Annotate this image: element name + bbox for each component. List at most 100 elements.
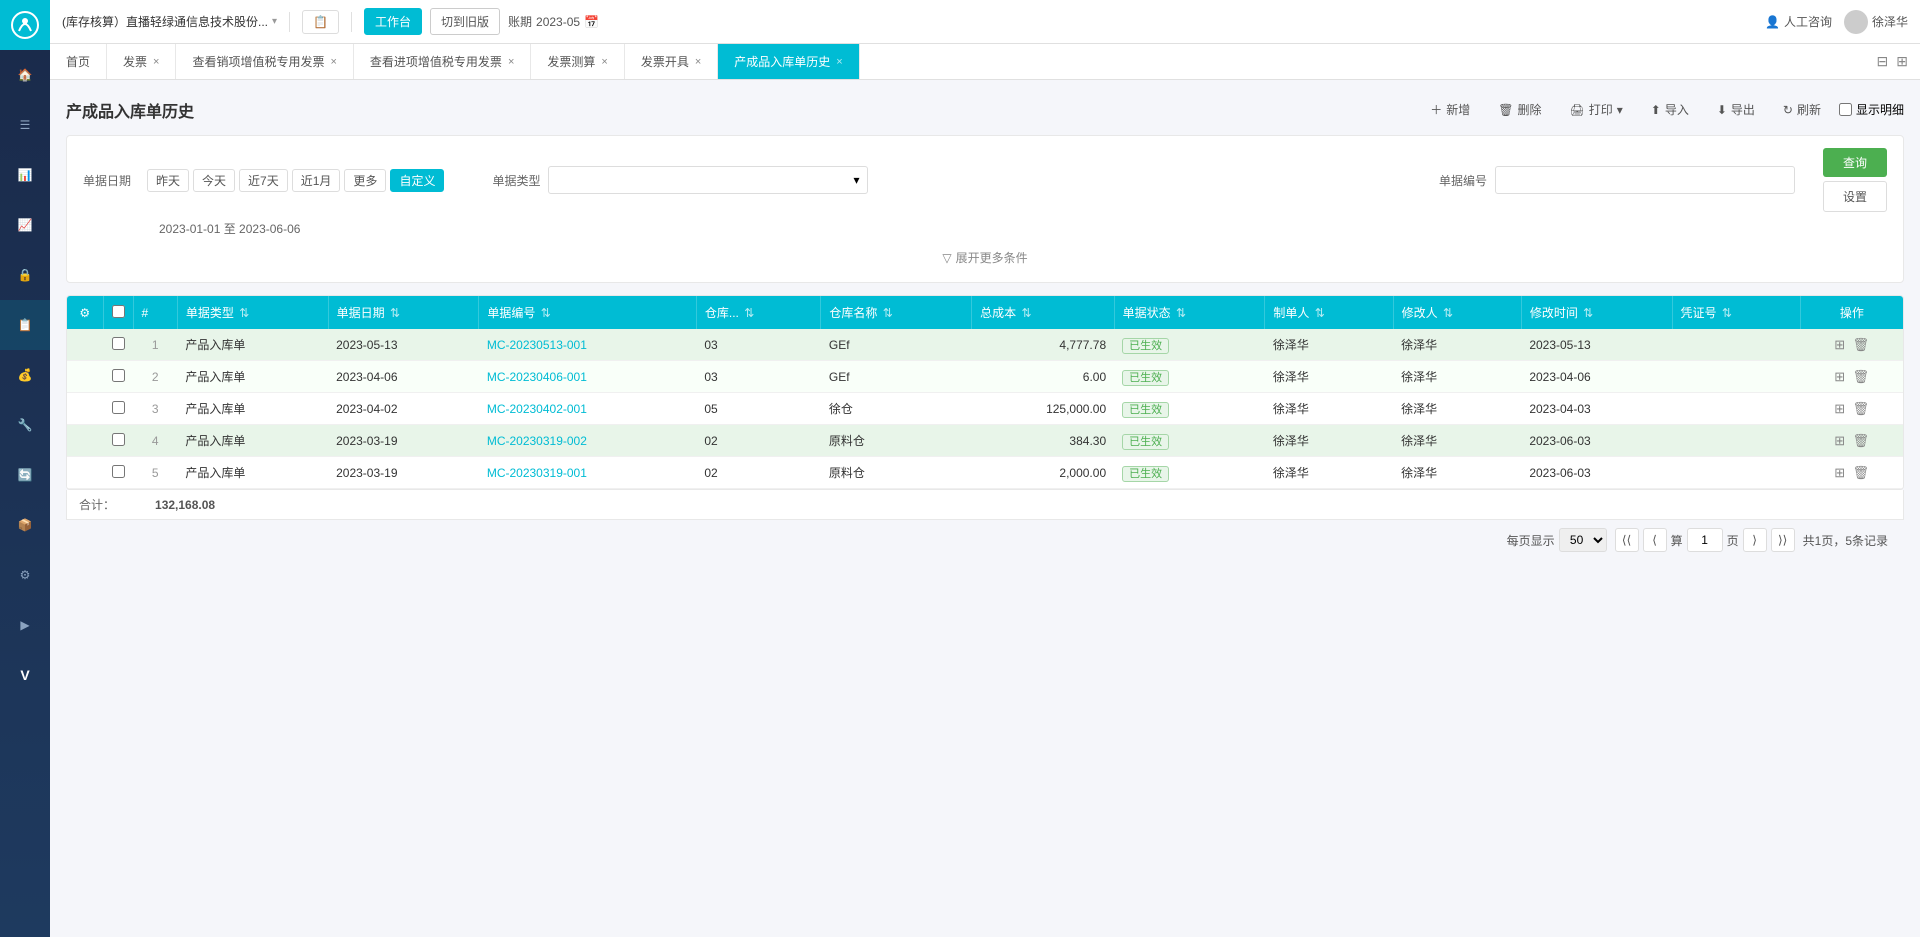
tab-home[interactable]: 首页 — [50, 44, 107, 80]
th-checkbox[interactable] — [103, 296, 133, 329]
row-checkbox-1[interactable] — [112, 369, 125, 382]
last-page-btn[interactable]: ⟩⟩ — [1771, 528, 1795, 552]
tab-invoice-open[interactable]: 发票开具 × — [625, 44, 718, 80]
row-checkbox-4[interactable] — [112, 465, 125, 478]
td-checkbox-0[interactable] — [103, 329, 133, 361]
td-number-link-3[interactable]: MC-20230319-002 — [487, 434, 587, 448]
th-date[interactable]: 单据日期 ⇅ — [328, 296, 479, 329]
td-number-link-4[interactable]: MC-20230319-001 — [487, 466, 587, 480]
edit-icon-2[interactable]: ⊞ — [1834, 401, 1845, 416]
print-btn[interactable]: 🖨 打印 ▾ — [1559, 96, 1632, 123]
td-checkbox-3[interactable] — [103, 425, 133, 457]
date-1month-btn[interactable]: 近1月 — [292, 169, 341, 192]
expand-more-btn[interactable]: ▽ 展开更多条件 — [83, 245, 1887, 270]
sidebar-item-inventory[interactable]: 📦 — [0, 500, 50, 550]
show-detail-checkbox[interactable] — [1839, 103, 1852, 116]
sidebar-item-tools[interactable]: 🔧 — [0, 400, 50, 450]
td-number-4[interactable]: MC-20230319-001 — [479, 457, 697, 489]
delete-icon-2[interactable]: 🗑 — [1853, 401, 1870, 416]
td-checkbox-1[interactable] — [103, 361, 133, 393]
sidebar-item-video[interactable]: ▶ — [0, 600, 50, 650]
td-number-link-2[interactable]: MC-20230402-001 — [487, 402, 587, 416]
sidebar-item-docs[interactable]: 📋 — [0, 300, 50, 350]
tab-invoice-close[interactable]: × — [153, 56, 159, 68]
edit-icon-4[interactable]: ⊞ — [1834, 465, 1845, 480]
th-wh-code[interactable]: 仓库... ⇅ — [696, 296, 820, 329]
per-page-select[interactable]: 50 100 200 — [1559, 528, 1607, 552]
export-btn[interactable]: ⬇ 导出 — [1707, 96, 1765, 123]
th-status[interactable]: 单据状态 ⇅ — [1114, 296, 1265, 329]
user-menu[interactable]: 徐泽华 — [1844, 10, 1908, 34]
copy-btn[interactable]: 📋 — [302, 10, 339, 34]
tab-invoice[interactable]: 发票 × — [107, 44, 176, 80]
row-checkbox-2[interactable] — [112, 401, 125, 414]
tab-purchase-invoice-close[interactable]: × — [508, 56, 514, 68]
td-number-link-1[interactable]: MC-20230406-001 — [487, 370, 587, 384]
page-input[interactable] — [1687, 528, 1723, 552]
first-page-btn[interactable]: ⟨⟨ — [1615, 528, 1639, 552]
td-number-1[interactable]: MC-20230406-001 — [479, 361, 697, 393]
th-cost[interactable]: 总成本 ⇅ — [972, 296, 1115, 329]
tab-invoice-calc[interactable]: 发票测算 × — [531, 44, 624, 80]
td-number-link-0[interactable]: MC-20230513-001 — [487, 338, 587, 352]
setting-btn[interactable]: 设置 — [1823, 181, 1887, 212]
sidebar-item-stats[interactable]: 📈 — [0, 200, 50, 250]
th-modify-time[interactable]: 修改时间 ⇅ — [1521, 296, 1672, 329]
row-checkbox-3[interactable] — [112, 433, 125, 446]
app-logo[interactable] — [0, 0, 50, 50]
tab-sales-invoice-close[interactable]: × — [330, 56, 336, 68]
number-input[interactable] — [1495, 166, 1795, 194]
tab-invoice-open-close[interactable]: × — [695, 56, 701, 68]
tab-maximize-icon[interactable]: ⊞ — [1896, 53, 1908, 70]
next-page-btn[interactable]: ⟩ — [1743, 528, 1767, 552]
show-detail-label[interactable]: 显示明细 — [1839, 101, 1904, 118]
sidebar-item-home[interactable]: 🏠 — [0, 50, 50, 100]
th-type[interactable]: 单据类型 ⇅ — [177, 296, 328, 329]
td-checkbox-4[interactable] — [103, 457, 133, 489]
tab-purchase-invoice[interactable]: 查看进项增值税专用发票 × — [354, 44, 531, 80]
th-creator[interactable]: 制单人 ⇅ — [1265, 296, 1393, 329]
date-yesterday-btn[interactable]: 昨天 — [147, 169, 189, 192]
workbench-btn[interactable]: 工作台 — [364, 8, 422, 35]
th-modifier[interactable]: 修改人 ⇅ — [1393, 296, 1521, 329]
row-checkbox-0[interactable] — [112, 337, 125, 350]
type-select[interactable]: ▾ — [548, 166, 868, 194]
switch-version-btn[interactable]: 切到旧版 — [430, 8, 500, 35]
td-number-0[interactable]: MC-20230513-001 — [479, 329, 697, 361]
delete-icon-3[interactable]: 🗑 — [1853, 433, 1870, 448]
select-all-checkbox[interactable] — [112, 305, 125, 318]
th-settings[interactable]: ⚙ — [67, 296, 103, 329]
query-btn[interactable]: 查询 — [1823, 148, 1887, 177]
refresh-btn[interactable]: ↻ 刷新 — [1773, 96, 1831, 123]
sidebar-item-v[interactable]: V — [0, 650, 50, 700]
date-custom-btn[interactable]: 自定义 — [390, 169, 444, 192]
date-more-btn[interactable]: 更多 — [344, 169, 386, 192]
import-btn[interactable]: ⬆ 导入 — [1641, 96, 1699, 123]
td-number-2[interactable]: MC-20230402-001 — [479, 393, 697, 425]
delete-icon-4[interactable]: 🗑 — [1853, 465, 1870, 480]
date-today-btn[interactable]: 今天 — [193, 169, 235, 192]
company-selector[interactable]: (库存核算）直播轻绿通信息技术股份... ▾ — [62, 13, 277, 30]
sidebar-item-settings[interactable]: ⚙ — [0, 550, 50, 600]
date-7days-btn[interactable]: 近7天 — [239, 169, 288, 192]
td-checkbox-2[interactable] — [103, 393, 133, 425]
delete-btn[interactable]: 🗑 删除 — [1488, 96, 1551, 123]
sidebar-item-sync[interactable]: 🔄 — [0, 450, 50, 500]
edit-icon-0[interactable]: ⊞ — [1834, 337, 1845, 352]
tab-product-inbound[interactable]: 产成品入库单历史 × — [718, 44, 859, 80]
tab-product-inbound-close[interactable]: × — [836, 56, 842, 68]
delete-icon-1[interactable]: 🗑 — [1853, 369, 1870, 384]
tab-invoice-calc-close[interactable]: × — [601, 56, 607, 68]
edit-icon-3[interactable]: ⊞ — [1834, 433, 1845, 448]
new-btn[interactable]: ＋ 新增 — [1420, 96, 1480, 123]
sidebar-item-finance[interactable]: 💰 — [0, 350, 50, 400]
tab-sales-invoice[interactable]: 查看销项增值税专用发票 × — [176, 44, 353, 80]
th-voucher[interactable]: 凭证号 ⇅ — [1672, 296, 1800, 329]
delete-icon-0[interactable]: 🗑 — [1853, 337, 1870, 352]
prev-page-btn[interactable]: ⟨ — [1643, 528, 1667, 552]
sidebar-item-chart[interactable]: 📊 — [0, 150, 50, 200]
edit-icon-1[interactable]: ⊞ — [1834, 369, 1845, 384]
th-number[interactable]: 单据编号 ⇅ — [479, 296, 697, 329]
th-wh-name[interactable]: 仓库名称 ⇅ — [821, 296, 972, 329]
sidebar-item-menu[interactable]: ☰ — [0, 100, 50, 150]
